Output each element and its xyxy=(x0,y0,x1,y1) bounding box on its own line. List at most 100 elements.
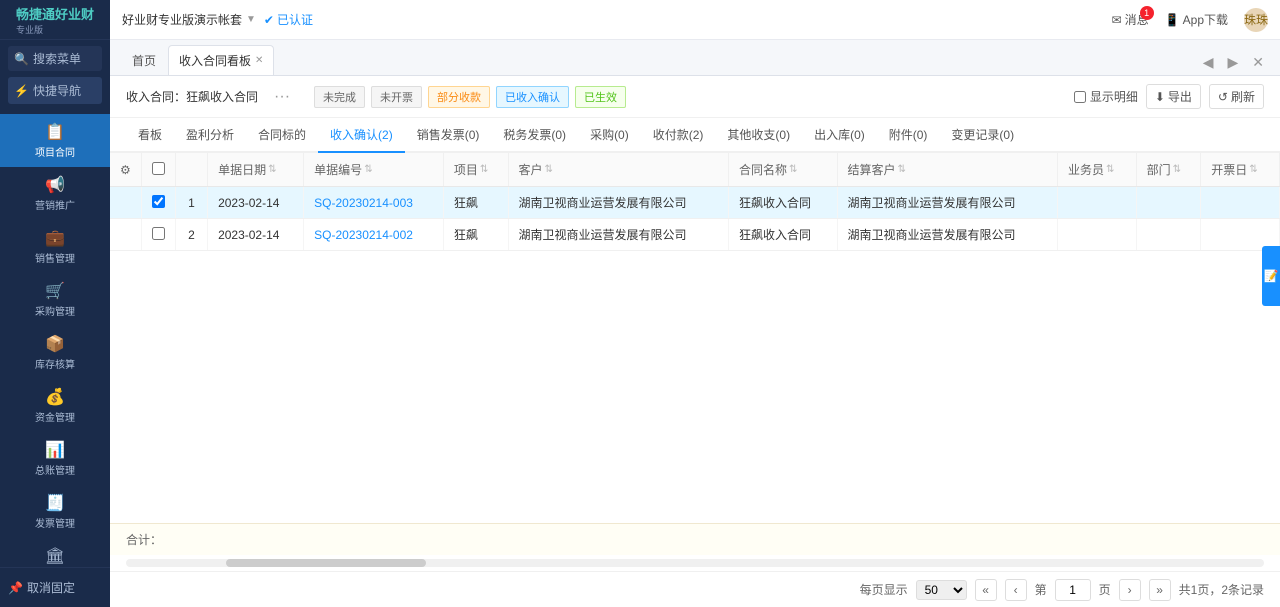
tab-home-label: 首页 xyxy=(132,54,156,68)
status-tag-uninvoiced[interactable]: 未开票 xyxy=(371,86,422,108)
company-selector[interactable]: 好业财专业版演示帐套 ▼ xyxy=(122,11,256,28)
right-note-icon[interactable]: 📝 xyxy=(1262,246,1280,306)
th-customer[interactable]: 客户⇅ xyxy=(508,153,729,187)
td-number-1[interactable]: SQ-20230214-003 xyxy=(304,187,444,219)
certified-icon: ✔ xyxy=(264,13,274,27)
sort-department[interactable]: 部门⇅ xyxy=(1147,161,1181,178)
search-menu-button[interactable]: 🔍 搜索菜单 xyxy=(8,46,102,71)
th-number[interactable]: 单据编号⇅ xyxy=(304,153,444,187)
sub-tab-income-confirm[interactable]: 收入确认(2) xyxy=(318,118,405,153)
sub-tab-contract-standard[interactable]: 合同标的 xyxy=(246,118,318,153)
show-detail-checkbox[interactable] xyxy=(1074,91,1086,103)
sub-tab-other-income[interactable]: 其他收支(0) xyxy=(715,118,802,153)
sort-icon-project: ⇅ xyxy=(480,164,488,175)
row-checkbox-2[interactable] xyxy=(152,227,165,240)
status-tag-active[interactable]: 已生效 xyxy=(575,86,626,108)
table-row[interactable]: 1 2023-02-14 SQ-20230214-003 狂飙 湖南卫视商业运营… xyxy=(110,187,1280,219)
avatar-button[interactable]: 珠珠 xyxy=(1244,8,1268,32)
scroll-track[interactable] xyxy=(126,559,1264,567)
status-tag-incomplete[interactable]: 未完成 xyxy=(314,86,365,108)
table-row[interactable]: 2 2023-02-14 SQ-20230214-002 狂飙 湖南卫视商业运营… xyxy=(110,219,1280,251)
th-open-date[interactable]: 开票日⇅ xyxy=(1201,153,1280,187)
sidebar-item-inventory[interactable]: 📦 库存核算 xyxy=(0,326,110,379)
th-salesperson[interactable]: 业务员⇅ xyxy=(1058,153,1137,187)
tab-next-button[interactable]: ▶ xyxy=(1223,52,1242,73)
status-tag-confirmed[interactable]: 已收入确认 xyxy=(496,86,569,108)
table-summary: 合计： xyxy=(110,523,1280,555)
app-download-button[interactable]: 📱 App下载 xyxy=(1165,11,1228,28)
sidebar-item-label: 库存核算 xyxy=(35,356,75,371)
sub-tab-purchase[interactable]: 采购(0) xyxy=(578,118,641,153)
sub-tab-profit[interactable]: 盈利分析 xyxy=(174,118,246,153)
sort-project[interactable]: 项目⇅ xyxy=(454,161,488,178)
sidebar-item-general-ledger[interactable]: 📊 总账管理 xyxy=(0,432,110,485)
quick-nav-button[interactable]: ⚡ 快捷导航 xyxy=(8,77,102,104)
tab-close-button[interactable]: ✕ xyxy=(1248,52,1268,73)
sidebar-item-tax[interactable]: 🏛 税务管理 xyxy=(0,538,110,567)
sub-tab-out-storage[interactable]: 出入库(0) xyxy=(802,118,877,153)
contract-header: 收入合同：狂飙收入合同 ··· 未完成 未开票 部分收款 已收入确认 已生效 显… xyxy=(110,76,1280,118)
th-check[interactable] xyxy=(141,153,175,187)
td-customer-2: 湖南卫视商业运营发展有限公司 xyxy=(508,219,729,251)
sort-number[interactable]: 单据编号⇅ xyxy=(314,161,372,178)
table-area[interactable]: ⚙ 单据日期⇅ 单据编号⇅ 项目⇅ 客户⇅ 合同名称⇅ 结算客户⇅ 业务员⇅ 部… xyxy=(110,153,1280,523)
td-check-1[interactable] xyxy=(141,187,175,219)
tab-income-contract[interactable]: 收入合同看板 ✕ xyxy=(168,45,274,75)
per-page-select[interactable]: 20 50 100 xyxy=(916,580,967,600)
sub-tab-attachments[interactable]: 附件(0) xyxy=(877,118,940,153)
sub-tab-sales-invoice[interactable]: 销售发票(0) xyxy=(405,118,492,153)
contract-title-name: 狂飙收入合同 xyxy=(186,90,258,104)
refresh-label: 刷新 xyxy=(1231,88,1255,105)
sort-icon-number: ⇅ xyxy=(364,164,372,175)
th-setting[interactable]: ⚙ xyxy=(110,153,141,187)
prev-page-button[interactable]: ‹ xyxy=(1005,579,1027,601)
link-number-1[interactable]: SQ-20230214-003 xyxy=(314,196,413,210)
link-number-2[interactable]: SQ-20230214-002 xyxy=(314,228,413,242)
sort-salesperson[interactable]: 业务员⇅ xyxy=(1068,161,1114,178)
sidebar-item-sales[interactable]: 💼 销售管理 xyxy=(0,220,110,273)
th-settlement-customer[interactable]: 结算客户⇅ xyxy=(837,153,1058,187)
sidebar-item-marketing[interactable]: 📢 营销推广 xyxy=(0,167,110,220)
scroll-thumb[interactable] xyxy=(226,559,426,567)
sidebar-item-label: 资金管理 xyxy=(35,409,75,424)
sub-tab-tax-invoice[interactable]: 税务发票(0) xyxy=(491,118,578,153)
sub-tab-kanban[interactable]: 看板 xyxy=(126,118,174,153)
show-detail-label[interactable]: 显示明细 xyxy=(1074,88,1138,105)
row-checkbox-1[interactable] xyxy=(152,195,165,208)
sort-customer[interactable]: 客户⇅ xyxy=(519,161,553,178)
sort-settlement[interactable]: 结算客户⇅ xyxy=(848,161,906,178)
export-button[interactable]: ⬇ 导出 xyxy=(1146,84,1201,109)
sidebar-item-project-contract[interactable]: 📋 项目合同 xyxy=(0,114,110,167)
sort-open-date[interactable]: 开票日⇅ xyxy=(1211,161,1257,178)
last-page-button[interactable]: » xyxy=(1149,579,1171,601)
next-page-button[interactable]: › xyxy=(1119,579,1141,601)
refresh-button[interactable]: ↺ 刷新 xyxy=(1209,84,1264,109)
td-check-2[interactable] xyxy=(141,219,175,251)
search-icon: 🔍 xyxy=(14,52,29,66)
more-button[interactable]: ··· xyxy=(270,88,294,106)
first-page-button[interactable]: « xyxy=(975,579,997,601)
th-contract-name[interactable]: 合同名称⇅ xyxy=(729,153,838,187)
td-number-2[interactable]: SQ-20230214-002 xyxy=(304,219,444,251)
sub-tab-change-log[interactable]: 变更记录(0) xyxy=(939,118,1026,153)
status-tag-partial[interactable]: 部分收款 xyxy=(428,86,490,108)
sort-icon-contract: ⇅ xyxy=(789,164,797,175)
th-date[interactable]: 单据日期⇅ xyxy=(208,153,304,187)
sidebar-item-purchase[interactable]: 🛒 采购管理 xyxy=(0,273,110,326)
sidebar-item-finance[interactable]: 💰 资金管理 xyxy=(0,379,110,432)
sub-tab-payment[interactable]: 收付款(2) xyxy=(641,118,716,153)
sort-contract-name[interactable]: 合同名称⇅ xyxy=(739,161,797,178)
unfix-button[interactable]: 📌 取消固定 xyxy=(0,574,110,601)
sort-date[interactable]: 单据日期⇅ xyxy=(218,161,276,178)
page-number-input[interactable] xyxy=(1055,579,1091,601)
sidebar: 畅捷通好业财 专业版 🔍 搜索菜单 ⚡ 快捷导航 📋 项目合同 📢 营销推广 💼… xyxy=(0,0,110,607)
sidebar-item-invoice[interactable]: 🧾 发票管理 xyxy=(0,485,110,538)
tab-home[interactable]: 首页 xyxy=(122,46,166,75)
messages-button[interactable]: ✉ 消息 1 xyxy=(1112,11,1149,28)
tab-close-icon[interactable]: ✕ xyxy=(255,55,263,66)
th-project[interactable]: 项目⇅ xyxy=(443,153,508,187)
th-department[interactable]: 部门⇅ xyxy=(1136,153,1201,187)
tab-prev-button[interactable]: ◀ xyxy=(1199,52,1218,73)
select-all-checkbox[interactable] xyxy=(152,162,165,175)
scrollbar-area[interactable] xyxy=(110,555,1280,571)
